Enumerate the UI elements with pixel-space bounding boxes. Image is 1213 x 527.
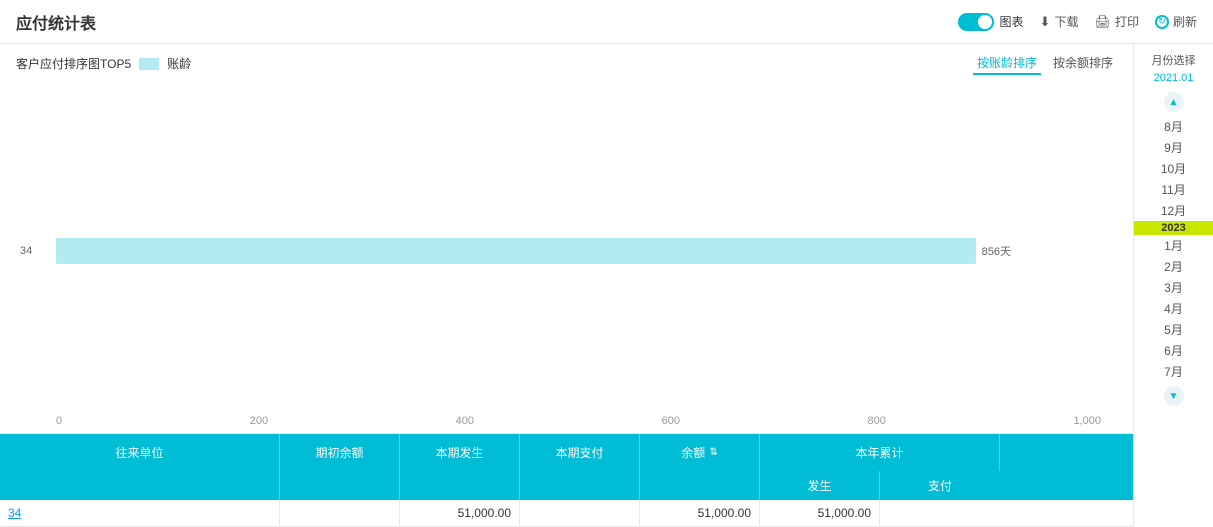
- table-header: 往来单位 期初余额 本期发生 本期支付 余额 ⇅ 本年累计: [0, 434, 1133, 500]
- right-sidebar: 月份选择 2021.01 ▲ 8月 9月 10月 11月 12月 2023 1月…: [1133, 44, 1213, 527]
- td-year-pay: [880, 500, 1000, 526]
- th-current-pay: 本期支付: [520, 434, 640, 471]
- sidebar-month-2[interactable]: 2月: [1134, 256, 1213, 277]
- th-balance: 余额 ⇅: [640, 434, 760, 471]
- bar-row: 856天: [56, 238, 1101, 264]
- print-icon: 🖨: [1094, 14, 1111, 30]
- td-current-pay: [520, 500, 640, 526]
- sidebar-month-8[interactable]: 8月: [1134, 116, 1213, 137]
- chart-inner: 34 856天 0 200 400 600 800 1,000: [16, 87, 1117, 433]
- sort-by-balance-btn[interactable]: 按账龄排序: [973, 52, 1041, 75]
- sidebar-month-6[interactable]: 6月: [1134, 340, 1213, 361]
- th-period-balance: 期初余额: [280, 434, 400, 471]
- toggle-label: 图表: [1000, 13, 1024, 30]
- chart-area: 客户应付排序图TOP5 账龄 按账龄排序 按余额排序 34 856天: [0, 44, 1133, 527]
- td-year-happen: 51,000.00: [760, 500, 880, 526]
- sidebar-title: 月份选择: [1152, 52, 1196, 68]
- main-content: 客户应付排序图TOP5 账龄 按账龄排序 按余额排序 34 856天: [0, 44, 1213, 527]
- td-company: 34: [0, 500, 280, 526]
- sub-company: [0, 471, 280, 500]
- chart-toggle[interactable]: [958, 13, 994, 31]
- x-tick-800: 800: [868, 415, 886, 427]
- sidebar-month-5[interactable]: 5月: [1134, 319, 1213, 340]
- refresh-label: 刷新: [1173, 13, 1197, 30]
- print-label: 打印: [1115, 13, 1139, 30]
- sidebar-month-10[interactable]: 10月: [1134, 158, 1213, 179]
- page-title: 应付统计表: [16, 10, 96, 34]
- sidebar-month-3[interactable]: 3月: [1134, 277, 1213, 298]
- sub-period-balance: [280, 471, 400, 500]
- download-button[interactable]: ⬇ 下载: [1040, 13, 1079, 30]
- app-container: 应付统计表 图表 ⬇ 下载 🖨 打印 ↻ 刷新: [0, 0, 1213, 527]
- td-current-happen: 51,000.00: [400, 500, 520, 526]
- td-balance: 51,000.00: [640, 500, 760, 526]
- legend-box: [139, 58, 159, 70]
- x-tick-1000: 1,000: [1073, 415, 1101, 427]
- chart-plot: 34 856天: [16, 87, 1117, 415]
- th-current-happen: 本期发生: [400, 434, 520, 471]
- bar-end-label: 856天: [982, 243, 1011, 259]
- bar-fill: [56, 238, 976, 264]
- download-icon: ⬇: [1040, 14, 1051, 30]
- bar-y-label: 34: [20, 245, 32, 257]
- sub-balance: [640, 471, 760, 500]
- balance-sort-icon[interactable]: ⇅: [709, 447, 717, 458]
- x-axis: 0 200 400 600 800 1,000: [16, 415, 1117, 433]
- sidebar-month-7[interactable]: 7月: [1134, 361, 1213, 382]
- x-tick-200: 200: [250, 415, 268, 427]
- td-period-balance: [280, 500, 400, 526]
- table-header-sub: 发生 支付: [0, 471, 1133, 500]
- refresh-icon: ↻: [1155, 15, 1169, 29]
- sub-year-pay: 支付: [880, 471, 1000, 500]
- sidebar-month-4[interactable]: 4月: [1134, 298, 1213, 319]
- bar-chart: 34 856天 0 200 400 600 800 1,000: [0, 79, 1133, 433]
- sidebar-current-year-month: 2021.01: [1154, 72, 1194, 84]
- legend-box-label: 账龄: [167, 55, 191, 72]
- refresh-button[interactable]: ↻ 刷新: [1155, 13, 1197, 30]
- x-tick-600: 600: [662, 415, 680, 427]
- th-year-total: 本年累计: [760, 434, 1000, 471]
- table-header-top: 往来单位 期初余额 本期发生 本期支付 余额 ⇅ 本年累计: [0, 434, 1133, 471]
- sidebar-month-12[interactable]: 12月: [1134, 200, 1213, 221]
- sidebar-year-2023[interactable]: 2023: [1134, 221, 1213, 235]
- chart-legend: 客户应付排序图TOP5 账龄: [16, 55, 191, 72]
- th-balance-label: 余额: [681, 444, 705, 461]
- sub-current-happen: [400, 471, 520, 500]
- toggle-knob: [978, 15, 992, 29]
- sidebar-next-btn[interactable]: ▼: [1164, 386, 1184, 406]
- x-tick-0: 0: [56, 415, 62, 427]
- table-section: 往来单位 期初余额 本期发生 本期支付 余额 ⇅ 本年累计: [0, 433, 1133, 527]
- chart-toggle-wrap[interactable]: 图表: [958, 13, 1024, 31]
- sidebar-month-9[interactable]: 9月: [1134, 137, 1213, 158]
- print-button[interactable]: 🖨 打印: [1094, 13, 1139, 30]
- download-label: 下载: [1054, 13, 1078, 30]
- x-tick-400: 400: [456, 415, 474, 427]
- company-link[interactable]: 34: [8, 506, 21, 520]
- th-company: 往来单位: [0, 434, 280, 471]
- sidebar-month-1[interactable]: 1月: [1134, 235, 1213, 256]
- legend-title: 客户应付排序图TOP5: [16, 55, 131, 72]
- table-row: 34 51,000.00 51,000.00 51,000.00: [0, 500, 1133, 527]
- header-actions: 图表 ⬇ 下载 🖨 打印 ↻ 刷新: [958, 13, 1197, 31]
- chart-controls: 客户应付排序图TOP5 账龄 按账龄排序 按余额排序: [0, 44, 1133, 79]
- sort-buttons: 按账龄排序 按余额排序: [973, 52, 1117, 75]
- header: 应付统计表 图表 ⬇ 下载 🖨 打印 ↻ 刷新: [0, 0, 1213, 44]
- sub-current-pay: [520, 471, 640, 500]
- sort-by-amount-btn[interactable]: 按余额排序: [1049, 52, 1117, 75]
- sidebar-month-11[interactable]: 11月: [1134, 179, 1213, 200]
- sidebar-prev-btn[interactable]: ▲: [1164, 92, 1184, 112]
- sub-year-happen: 发生: [760, 471, 880, 500]
